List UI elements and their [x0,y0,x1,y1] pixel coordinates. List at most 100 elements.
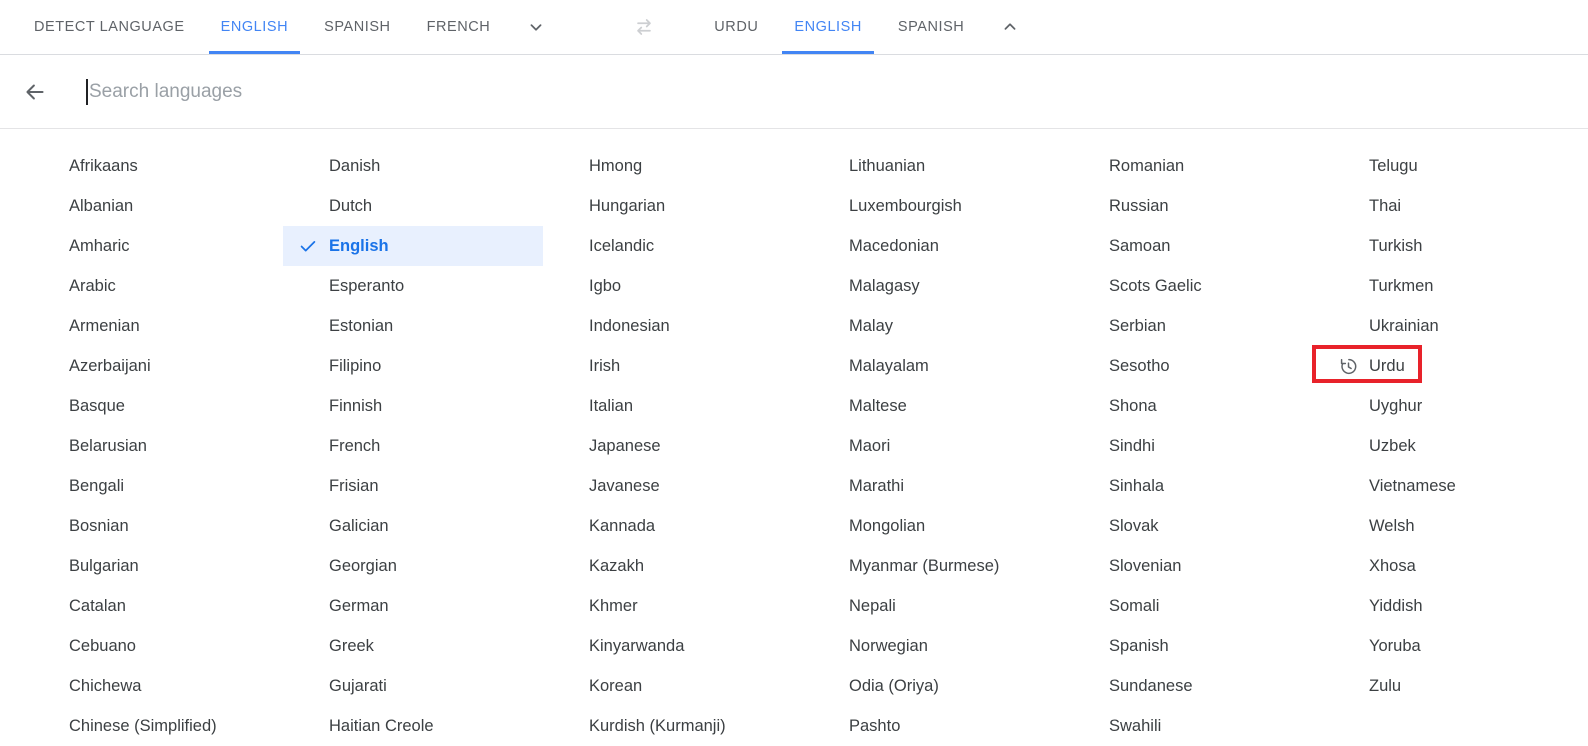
language-item-welsh[interactable]: Welsh [1323,506,1583,546]
language-item-kinyarwanda[interactable]: Kinyarwanda [543,626,803,666]
language-item-sindhi[interactable]: Sindhi [1063,426,1323,466]
language-item-frisian[interactable]: Frisian [283,466,543,506]
language-item-hungarian[interactable]: Hungarian [543,186,803,226]
language-item-bosnian[interactable]: Bosnian [23,506,283,546]
language-item-japanese[interactable]: Japanese [543,426,803,466]
language-item-uzbek[interactable]: Uzbek [1323,426,1583,466]
language-item-arabic[interactable]: Arabic [23,266,283,306]
language-item-haitian-creole[interactable]: Haitian Creole [283,706,543,746]
language-item-french[interactable]: French [283,426,543,466]
language-item-belarusian[interactable]: Belarusian [23,426,283,466]
language-item-odia-oriya[interactable]: Odia (Oriya) [803,666,1063,706]
language-item-myanmar-burmese[interactable]: Myanmar (Burmese) [803,546,1063,586]
language-item-irish[interactable]: Irish [543,346,803,386]
language-item-pashto[interactable]: Pashto [803,706,1063,746]
language-item-vietnamese[interactable]: Vietnamese [1323,466,1583,506]
language-item-turkmen[interactable]: Turkmen [1323,266,1583,306]
language-item-malayalam[interactable]: Malayalam [803,346,1063,386]
language-item-sinhala[interactable]: Sinhala [1063,466,1323,506]
language-item-samoan[interactable]: Samoan [1063,226,1323,266]
language-item-telugu[interactable]: Telugu [1323,146,1583,186]
language-item-bulgarian[interactable]: Bulgarian [23,546,283,586]
language-item-finnish[interactable]: Finnish [283,386,543,426]
source-tab-spanish[interactable]: SPANISH [306,0,408,54]
language-item-greek[interactable]: Greek [283,626,543,666]
language-item-norwegian[interactable]: Norwegian [803,626,1063,666]
language-item-urdu[interactable]: Urdu [1323,346,1583,386]
language-item-somali[interactable]: Somali [1063,586,1323,626]
language-item-chinese-simplified[interactable]: Chinese (Simplified) [23,706,283,746]
language-item-malagasy[interactable]: Malagasy [803,266,1063,306]
language-item-azerbaijani[interactable]: Azerbaijani [23,346,283,386]
language-item-javanese[interactable]: Javanese [543,466,803,506]
language-item-dutch[interactable]: Dutch [283,186,543,226]
language-item-maltese[interactable]: Maltese [803,386,1063,426]
swap-languages-icon[interactable] [612,0,676,54]
language-item-slovenian[interactable]: Slovenian [1063,546,1323,586]
language-item-russian[interactable]: Russian [1063,186,1323,226]
language-item-esperanto[interactable]: Esperanto [283,266,543,306]
source-tab-english[interactable]: ENGLISH [203,0,307,54]
language-item-yiddish[interactable]: Yiddish [1323,586,1583,626]
language-item-luxembourgish[interactable]: Luxembourgish [803,186,1063,226]
language-item-italian[interactable]: Italian [543,386,803,426]
language-item-kannada[interactable]: Kannada [543,506,803,546]
language-item-georgian[interactable]: Georgian [283,546,543,586]
language-item-ukrainian[interactable]: Ukrainian [1323,306,1583,346]
language-item-malay[interactable]: Malay [803,306,1063,346]
target-tab-urdu[interactable]: URDU [696,0,776,54]
language-item-icelandic[interactable]: Icelandic [543,226,803,266]
language-item-galician[interactable]: Galician [283,506,543,546]
target-tab-english[interactable]: ENGLISH [776,0,880,54]
language-item-sundanese[interactable]: Sundanese [1063,666,1323,706]
language-item-shona[interactable]: Shona [1063,386,1323,426]
language-item-lithuanian[interactable]: Lithuanian [803,146,1063,186]
language-item-gujarati[interactable]: Gujarati [283,666,543,706]
language-item-zulu[interactable]: Zulu [1323,666,1583,706]
language-item-igbo[interactable]: Igbo [543,266,803,306]
language-item-bengali[interactable]: Bengali [23,466,283,506]
language-item-cebuano[interactable]: Cebuano [23,626,283,666]
source-tab-french[interactable]: FRENCH [409,0,509,54]
language-item-indonesian[interactable]: Indonesian [543,306,803,346]
language-item-estonian[interactable]: Estonian [283,306,543,346]
language-item-yoruba[interactable]: Yoruba [1323,626,1583,666]
language-item-swahili[interactable]: Swahili [1063,706,1323,746]
chevron-up-icon[interactable] [982,0,1038,54]
language-item-thai[interactable]: Thai [1323,186,1583,226]
language-item-filipino[interactable]: Filipino [283,346,543,386]
language-item-slovak[interactable]: Slovak [1063,506,1323,546]
language-item-danish[interactable]: Danish [283,146,543,186]
language-item-chichewa[interactable]: Chichewa [23,666,283,706]
language-item-english[interactable]: English [283,226,543,266]
language-item-mongolian[interactable]: Mongolian [803,506,1063,546]
language-item-maori[interactable]: Maori [803,426,1063,466]
language-item-khmer[interactable]: Khmer [543,586,803,626]
language-item-afrikaans[interactable]: Afrikaans [23,146,283,186]
language-item-kurdish-kurmanji[interactable]: Kurdish (Kurmanji) [543,706,803,746]
language-item-kazakh[interactable]: Kazakh [543,546,803,586]
language-item-romanian[interactable]: Romanian [1063,146,1323,186]
back-arrow-icon[interactable] [6,79,64,105]
search-input[interactable] [86,81,1588,103]
language-item-amharic[interactable]: Amharic [23,226,283,266]
target-tab-spanish[interactable]: SPANISH [880,0,982,54]
language-item-korean[interactable]: Korean [543,666,803,706]
language-item-german[interactable]: German [283,586,543,626]
language-item-turkish[interactable]: Turkish [1323,226,1583,266]
language-item-uyghur[interactable]: Uyghur [1323,386,1583,426]
language-item-nepali[interactable]: Nepali [803,586,1063,626]
language-item-hmong[interactable]: Hmong [543,146,803,186]
language-item-scots-gaelic[interactable]: Scots Gaelic [1063,266,1323,306]
language-item-serbian[interactable]: Serbian [1063,306,1323,346]
source-tab-detect-language[interactable]: DETECT LANGUAGE [16,0,203,54]
chevron-down-icon[interactable] [508,0,564,54]
language-item-sesotho[interactable]: Sesotho [1063,346,1323,386]
language-item-xhosa[interactable]: Xhosa [1323,546,1583,586]
language-item-spanish[interactable]: Spanish [1063,626,1323,666]
language-item-armenian[interactable]: Armenian [23,306,283,346]
language-item-catalan[interactable]: Catalan [23,586,283,626]
language-item-macedonian[interactable]: Macedonian [803,226,1063,266]
language-item-albanian[interactable]: Albanian [23,186,283,226]
language-item-marathi[interactable]: Marathi [803,466,1063,506]
